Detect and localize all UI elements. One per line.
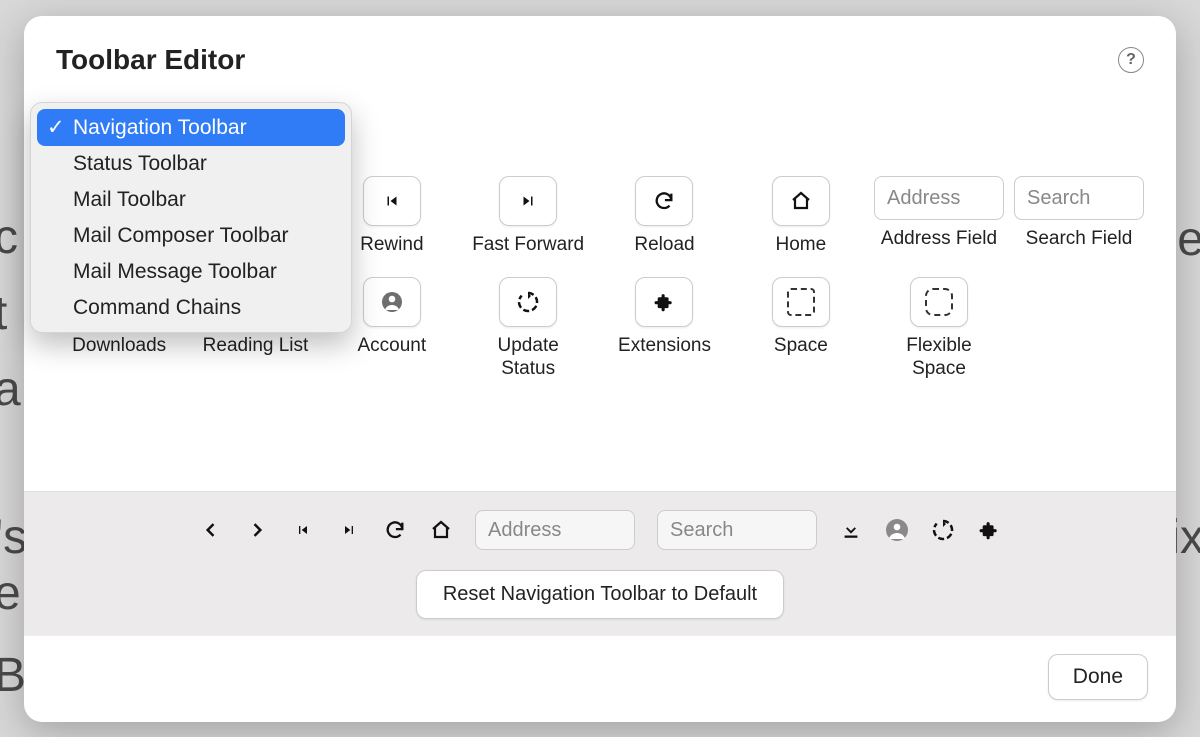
address-field-preview[interactable]: Address xyxy=(874,176,1004,220)
flexible-space-icon xyxy=(925,288,953,316)
dropdown-item-mail-toolbar[interactable]: Mail Toolbar xyxy=(31,182,351,218)
account-button[interactable] xyxy=(363,277,421,327)
search-field-preview[interactable]: Search xyxy=(1014,176,1144,220)
dropdown-label: Command Chains xyxy=(73,296,241,320)
toolbar-item-fast-forward[interactable]: Fast Forward xyxy=(465,176,591,257)
toolbar-selector-dropdown[interactable]: ✓ Navigation Toolbar Status Toolbar Mail… xyxy=(30,102,352,333)
item-label: Downloads xyxy=(72,335,166,358)
dropdown-label: Mail Message Toolbar xyxy=(73,260,277,284)
download-icon[interactable] xyxy=(839,518,863,542)
dropdown-item-command-chains[interactable]: Command Chains xyxy=(31,290,351,326)
item-label: Update Status xyxy=(483,335,573,381)
home-icon[interactable] xyxy=(429,518,453,542)
search-placeholder: Search xyxy=(670,519,733,542)
item-label: Extensions xyxy=(618,335,711,358)
dropdown-label: Navigation Toolbar xyxy=(73,116,247,140)
toolbar-item-extensions[interactable]: Extensions xyxy=(601,277,727,381)
item-label: Home xyxy=(775,234,826,257)
address-placeholder: Address xyxy=(887,187,960,210)
toolbar-item-flexible-space[interactable]: Flexible Space xyxy=(874,277,1004,381)
update-status-icon xyxy=(516,290,540,314)
item-label: Address Field xyxy=(881,228,997,251)
home-icon xyxy=(789,189,813,213)
item-label: Flexible Space xyxy=(894,335,984,381)
update-status-icon[interactable] xyxy=(931,518,955,542)
check-icon: ✓ xyxy=(47,115,65,140)
preview-search-field[interactable]: Search xyxy=(657,510,817,550)
fast-forward-icon xyxy=(516,189,540,213)
rewind-button[interactable] xyxy=(363,176,421,226)
forward-icon[interactable] xyxy=(245,518,269,542)
item-label: Account xyxy=(358,335,427,358)
dropdown-item-mail-composer-toolbar[interactable]: Mail Composer Toolbar xyxy=(31,218,351,254)
extensions-button[interactable] xyxy=(635,277,693,327)
space-button[interactable] xyxy=(772,277,830,327)
toolbar-item-space[interactable]: Space xyxy=(738,277,864,381)
toolbar-item-update-status[interactable]: Update Status xyxy=(465,277,591,381)
background-text: e xyxy=(1177,212,1200,267)
home-button[interactable] xyxy=(772,176,830,226)
account-icon[interactable] xyxy=(885,518,909,542)
background-text: t xyxy=(0,286,7,341)
window-title: Toolbar Editor xyxy=(56,44,245,76)
toolbar-item-address-field[interactable]: Address Address Field xyxy=(874,176,1004,257)
background-text: a xyxy=(0,362,21,417)
item-label: Reading List xyxy=(203,335,309,358)
dropdown-label: Status Toolbar xyxy=(73,152,207,176)
reload-icon xyxy=(652,189,676,213)
back-icon[interactable] xyxy=(199,518,223,542)
dropdown-item-status-toolbar[interactable]: Status Toolbar xyxy=(31,146,351,182)
puzzle-icon xyxy=(652,290,676,314)
search-placeholder: Search xyxy=(1027,187,1090,210)
help-icon: ? xyxy=(1126,51,1136,69)
fast-forward-button[interactable] xyxy=(499,176,557,226)
toolbar-item-search-field[interactable]: Search Search Field xyxy=(1014,176,1144,257)
toolbar-preview: Address Search Reset Navigation Toolbar … xyxy=(24,491,1176,635)
account-icon xyxy=(380,290,404,314)
puzzle-icon[interactable] xyxy=(977,518,1001,542)
address-placeholder: Address xyxy=(488,519,561,542)
update-status-button[interactable] xyxy=(499,277,557,327)
item-label: Space xyxy=(774,335,828,358)
item-label: Reload xyxy=(634,234,694,257)
done-button[interactable]: Done xyxy=(1048,654,1148,700)
dropdown-item-mail-message-toolbar[interactable]: Mail Message Toolbar xyxy=(31,254,351,290)
background-text: c xyxy=(0,210,18,265)
item-label: Search Field xyxy=(1026,228,1133,251)
space-icon xyxy=(787,288,815,316)
dropdown-label: Mail Toolbar xyxy=(73,188,186,212)
item-label: Rewind xyxy=(360,234,423,257)
fast-forward-icon[interactable] xyxy=(337,518,361,542)
dropdown-label: Mail Composer Toolbar xyxy=(73,224,289,248)
background-text: B xyxy=(0,648,26,703)
help-button[interactable]: ? xyxy=(1118,47,1144,73)
item-label: Fast Forward xyxy=(472,234,584,257)
preview-address-field[interactable]: Address xyxy=(475,510,635,550)
toolbar-item-reload[interactable]: Reload xyxy=(601,176,727,257)
reset-toolbar-button[interactable]: Reset Navigation Toolbar to Default xyxy=(416,570,784,619)
background-text: e xyxy=(0,566,21,621)
flexible-space-button[interactable] xyxy=(910,277,968,327)
reload-button[interactable] xyxy=(635,176,693,226)
reload-icon[interactable] xyxy=(383,518,407,542)
rewind-icon[interactable] xyxy=(291,518,315,542)
rewind-icon xyxy=(380,189,404,213)
dropdown-item-navigation-toolbar[interactable]: ✓ Navigation Toolbar xyxy=(37,109,345,146)
toolbar-item-home[interactable]: Home xyxy=(738,176,864,257)
